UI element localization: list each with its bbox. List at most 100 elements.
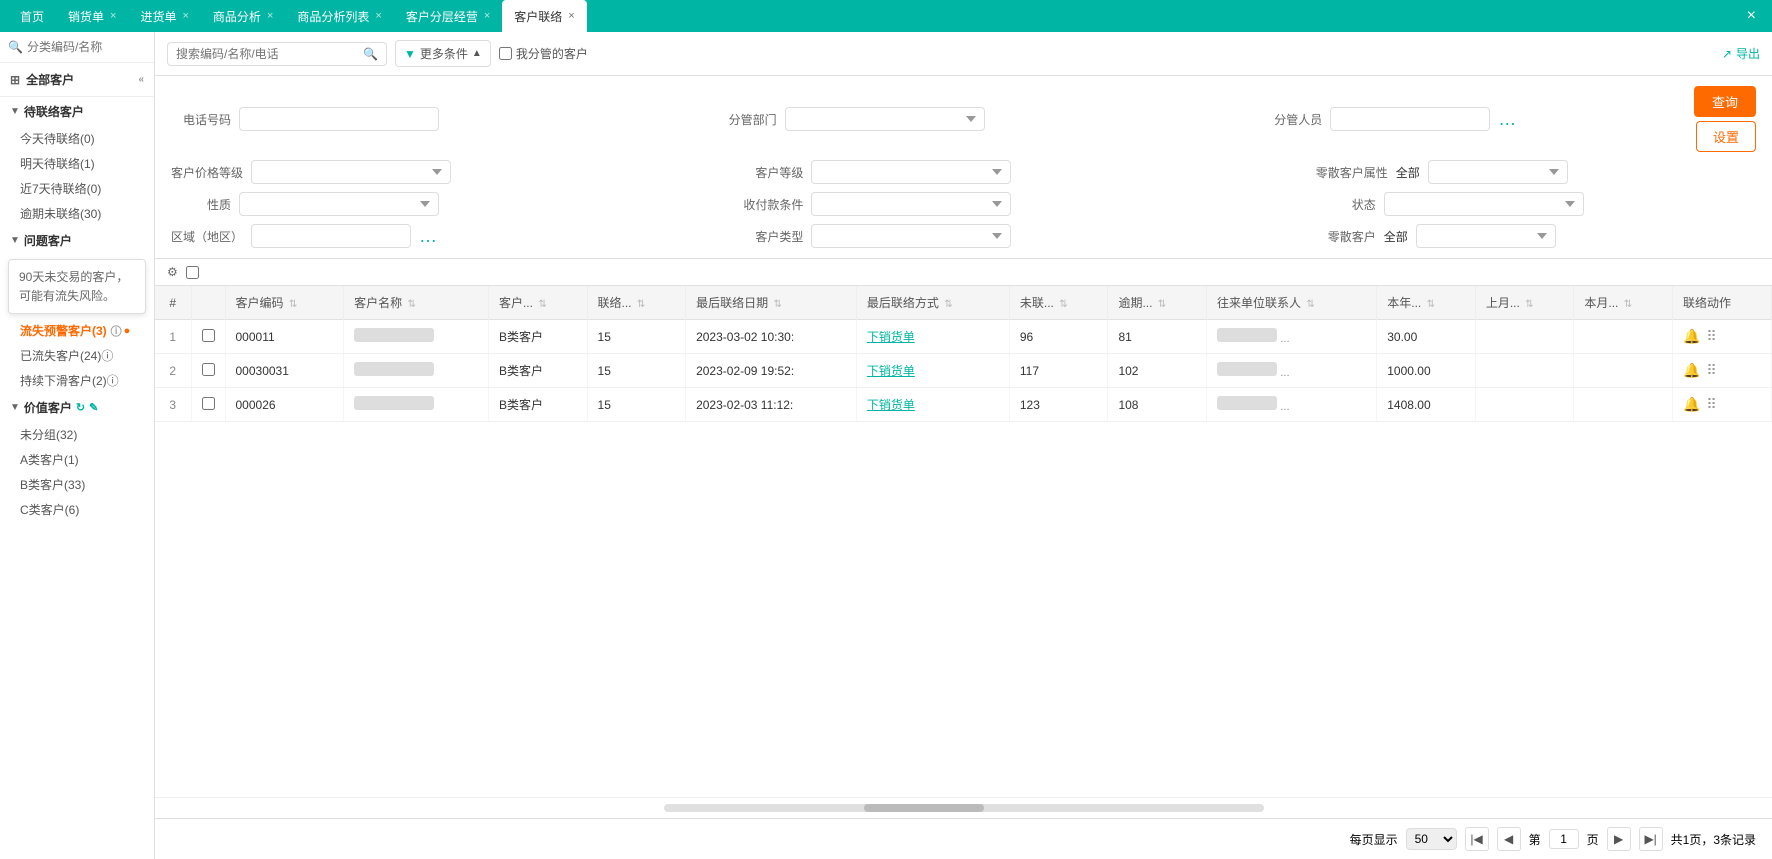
filter-payment-select[interactable] (811, 192, 1011, 216)
sort-type-icon[interactable]: ⇅ (538, 299, 546, 310)
sidebar-item-churn-warning[interactable]: 流失预警客户(3) ⓘ ● (0, 318, 154, 343)
horizontal-scrollbar[interactable] (155, 797, 1772, 818)
filter-gender-select[interactable] (239, 192, 439, 216)
cell-last-method[interactable]: 下销货单 (856, 388, 1009, 422)
sort-this-month-icon[interactable]: ⇅ (1624, 299, 1632, 310)
sidebar-item-churned[interactable]: 已流失客户(24) ⓘ (0, 343, 154, 368)
select-all-checkbox[interactable] (186, 266, 199, 279)
tab-customer-contact[interactable]: 客户联络 × (502, 0, 586, 32)
col-last-method[interactable]: 最后联络方式 ⇅ (856, 286, 1009, 320)
tab-customer-tier[interactable]: 客户分层经营 × (394, 0, 502, 32)
action-contact-icon[interactable]: 🔔 (1683, 362, 1700, 379)
tab-analysis-list[interactable]: 商品分析列表 × (285, 0, 393, 32)
close-customer-tier-tab[interactable]: × (484, 10, 490, 22)
tab-home[interactable]: 首页 (8, 0, 56, 32)
close-analysis-tab[interactable]: × (267, 10, 273, 22)
sidebar-item-c-class[interactable]: C类客户(6) (0, 497, 154, 522)
refresh-icon[interactable]: ↻ (76, 401, 85, 414)
col-unit-contact[interactable]: 往来单位联系人 ⇅ (1207, 286, 1377, 320)
sidebar-item-today[interactable]: 今天待联络(0) (0, 126, 154, 151)
my-customers-checkbox-label[interactable]: 我分管的客户 (499, 45, 588, 62)
action-contact-icon[interactable]: 🔔 (1683, 328, 1700, 345)
close-customer-contact-tab[interactable]: × (568, 10, 574, 22)
col-last-date[interactable]: 最后联络日期 ⇅ (686, 286, 857, 320)
help-icon[interactable]: ⓘ (111, 323, 122, 339)
action-contact-icon[interactable]: 🔔 (1683, 396, 1700, 413)
edit-icon[interactable]: ✎ (89, 401, 98, 414)
more-conditions-btn[interactable]: ▼ 更多条件 ▲ (395, 40, 491, 67)
sidebar-all-customers[interactable]: ⊞ 全部客户 « (0, 63, 154, 97)
filter-manager-more-btn[interactable]: … (1490, 110, 1524, 128)
sort-last-date-icon[interactable]: ⇅ (773, 299, 781, 310)
filter-phone-input[interactable] (239, 107, 439, 131)
sidebar-item-a-class[interactable]: A类客户(1) (0, 447, 154, 472)
filter-customer-level-select[interactable] (811, 160, 1011, 184)
col-code[interactable]: 客户编码 ⇅ (225, 286, 344, 320)
window-close-btn[interactable]: × (1739, 7, 1764, 25)
filter-customer-type-select[interactable] (811, 224, 1011, 248)
col-last-month[interactable]: 上月... ⇅ (1475, 286, 1574, 320)
sidebar-item-overdue[interactable]: 逾期未联络(30) (0, 201, 154, 226)
my-customers-checkbox[interactable] (499, 47, 512, 60)
help-icon-churned[interactable]: ⓘ (101, 347, 113, 364)
col-name[interactable]: 客户名称 ⇅ (344, 286, 489, 320)
next-page-btn[interactable]: ▶ (1607, 827, 1631, 851)
sort-contacts-icon[interactable]: ⇅ (637, 299, 645, 310)
action-more-icon[interactable]: ⠿ (1706, 328, 1716, 345)
filter-region-more-btn[interactable]: … (411, 227, 445, 245)
tab-purchase[interactable]: 进货单 × (128, 0, 200, 32)
sidebar-section-pending[interactable]: ▼ 待联络客户 (0, 97, 154, 126)
filter-status-select[interactable] (1384, 192, 1584, 216)
first-page-btn[interactable]: |◀ (1465, 827, 1489, 851)
sort-this-year-icon[interactable]: ⇅ (1427, 299, 1435, 310)
sort-code-icon[interactable]: ⇅ (289, 299, 297, 310)
prev-page-btn[interactable]: ◀ (1497, 827, 1521, 851)
filter-retail-attr-select[interactable] (1428, 160, 1568, 184)
tab-analysis[interactable]: 商品分析 × (201, 0, 285, 32)
cell-last-method[interactable]: 下销货单 (856, 354, 1009, 388)
collapse-sidebar-icon[interactable]: « (138, 74, 144, 85)
col-overdue[interactable]: 逾期... ⇅ (1108, 286, 1207, 320)
sidebar-item-7days[interactable]: 近7天待联络(0) (0, 176, 154, 201)
close-sales-tab[interactable]: × (110, 10, 116, 22)
sort-last-month-icon[interactable]: ⇅ (1525, 299, 1533, 310)
sidebar-item-tomorrow[interactable]: 明天待联络(1) (0, 151, 154, 176)
col-no-contact[interactable]: 未联... ⇅ (1009, 286, 1108, 320)
sidebar-section-problem[interactable]: ▼ 问题客户 (0, 226, 154, 255)
settings-btn[interactable]: 设置 (1696, 121, 1756, 152)
action-more-icon[interactable]: ⠿ (1706, 362, 1716, 379)
sort-no-contact-icon[interactable]: ⇅ (1059, 299, 1067, 310)
tab-sales[interactable]: 销货单 × (56, 0, 128, 32)
sidebar-item-declining[interactable]: 持续下滑客户(2) ⓘ (0, 368, 154, 393)
col-this-year[interactable]: 本年... ⇅ (1377, 286, 1476, 320)
sidebar-item-b-class[interactable]: B类客户(33) (0, 472, 154, 497)
sort-unit-icon[interactable]: ⇅ (1306, 299, 1314, 310)
close-purchase-tab[interactable]: × (182, 10, 188, 22)
cell-checkbox[interactable] (191, 354, 225, 388)
cell-last-method[interactable]: 下销货单 (856, 320, 1009, 354)
action-more-icon[interactable]: ⠿ (1706, 396, 1716, 413)
sidebar-search-input[interactable] (27, 40, 146, 54)
help-icon-declining[interactable]: ⓘ (107, 372, 119, 389)
sidebar-item-unclassified[interactable]: 未分组(32) (0, 422, 154, 447)
main-search-btn[interactable]: 🔍 (363, 47, 378, 61)
sort-overdue-icon[interactable]: ⇅ (1158, 299, 1166, 310)
export-btn[interactable]: ↗ 导出 (1722, 45, 1760, 62)
per-page-select[interactable]: 50 20 100 (1406, 828, 1457, 850)
col-contacts[interactable]: 联络... ⇅ (587, 286, 686, 320)
sort-name-icon[interactable]: ⇅ (408, 299, 416, 310)
filter-price-level-select[interactable] (251, 160, 451, 184)
col-type[interactable]: 客户... ⇅ (488, 286, 587, 320)
close-analysis-list-tab[interactable]: × (375, 10, 381, 22)
col-this-month[interactable]: 本月... ⇅ (1574, 286, 1673, 320)
filter-dept-select[interactable] (785, 107, 985, 131)
filter-retail-customer-select[interactable] (1416, 224, 1556, 248)
scroll-thumb[interactable] (864, 804, 984, 812)
table-settings-icon[interactable]: ⚙ (167, 265, 178, 279)
filter-manager-input[interactable] (1330, 107, 1490, 131)
sort-last-method-icon[interactable]: ⇅ (944, 299, 952, 310)
sidebar-section-value[interactable]: ▼ 价值客户 ↻ ✎ (0, 393, 154, 422)
cell-checkbox[interactable] (191, 388, 225, 422)
cell-checkbox[interactable] (191, 320, 225, 354)
last-page-btn[interactable]: ▶| (1639, 827, 1663, 851)
